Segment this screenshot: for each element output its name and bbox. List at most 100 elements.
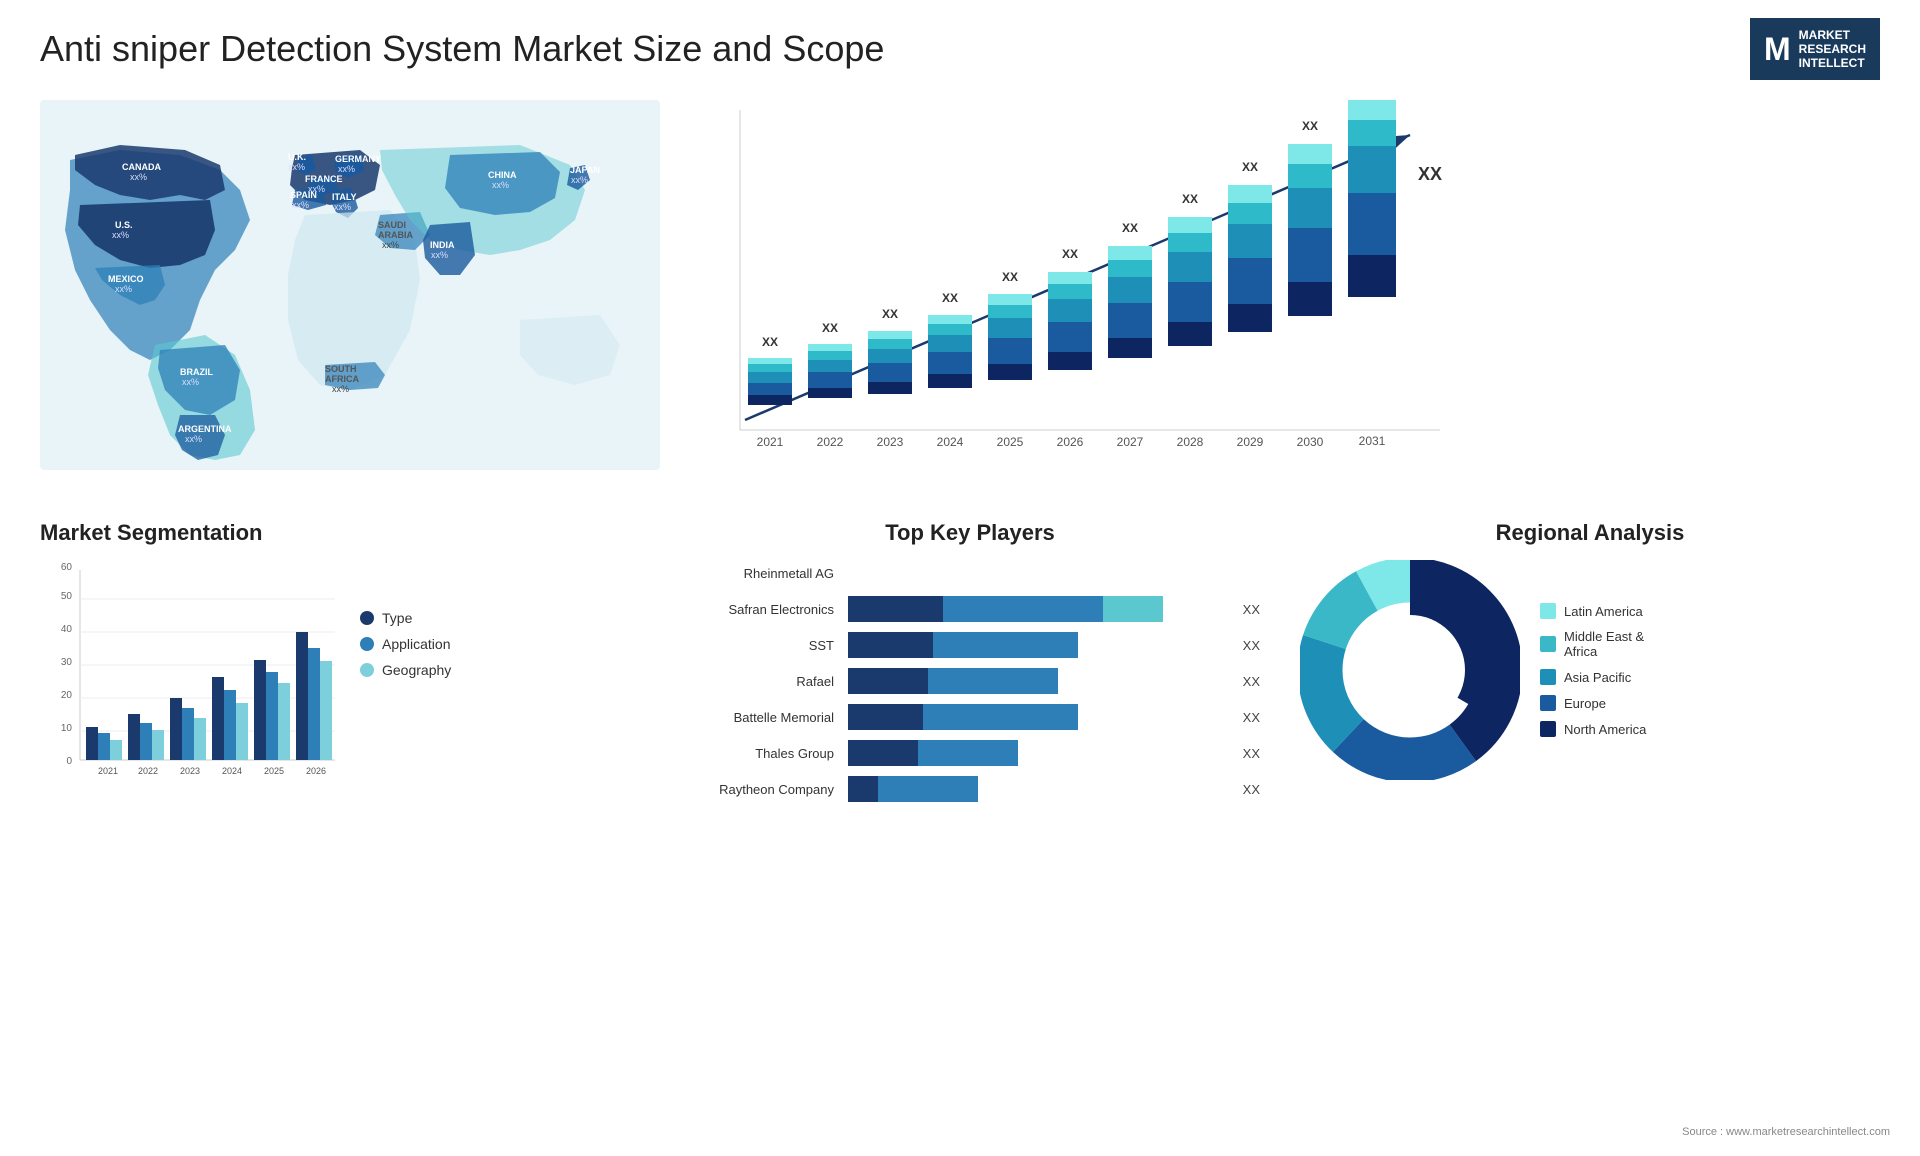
svg-text:2026: 2026 [1057,435,1084,449]
geography-label: Geography [382,662,451,678]
segmentation-legend: Type Application Geography [360,610,451,688]
svg-text:2023: 2023 [877,435,904,449]
svg-text:XX: XX [1242,160,1258,174]
svg-text:2031: 2031 [1359,434,1386,448]
svg-text:XX: XX [1302,119,1318,133]
europe-color [1540,695,1556,711]
svg-text:2028: 2028 [1177,435,1204,449]
svg-text:xx%: xx% [292,200,309,210]
svg-text:30: 30 [61,657,73,668]
svg-text:xx%: xx% [115,284,132,294]
logo-box: M MARKET RESEARCH INTELLECT [1750,18,1880,80]
player-battelle: Battelle Memorial XX [680,704,1260,730]
player-name-safran: Safran Electronics [680,602,840,617]
svg-text:XX: XX [882,307,898,321]
player-sst: SST XX [680,632,1260,658]
latin-label: Latin America [1564,604,1643,619]
svg-text:2022: 2022 [817,435,844,449]
page-title: Anti sniper Detection System Market Size… [40,28,884,70]
player-bar-battelle [848,704,1229,730]
svg-text:xx%: xx% [288,162,305,172]
player-bar-safran [848,596,1229,622]
saudi-label: SAUDI [378,220,406,230]
player-name-raytheon: Raytheon Company [680,782,840,797]
svg-text:2026: 2026 [306,766,326,776]
spain-label: SPAIN [290,190,317,200]
us-value: xx% [112,230,129,240]
svg-text:xx%: xx% [334,202,351,212]
mideast-label: Middle East &Africa [1564,629,1644,659]
china-label: CHINA [488,170,517,180]
northam-label: North America [1564,722,1646,737]
logo-letter: M [1764,31,1791,68]
player-raytheon: Raytheon Company XX [680,776,1260,802]
bar-seg3 [1103,596,1163,622]
svg-text:AFRICA: AFRICA [325,374,359,384]
player-xx-rafael: XX [1243,674,1260,689]
uk-label: U.K. [288,152,306,162]
us-label: U.S. [115,220,133,230]
header: Anti sniper Detection System Market Size… [0,0,1920,90]
player-bar-rheinmetall [848,560,1260,586]
application-label: Application [382,636,451,652]
player-rafael: Rafael XX [680,668,1260,694]
bar-seg1 [848,776,878,802]
map-section: CANADA xx% U.S. xx% MEXICO xx% BRAZIL xx… [20,90,660,510]
svg-text:xx%: xx% [492,180,509,190]
bar-2023: XX 2023 [868,307,912,449]
svg-text:XX: XX [822,321,838,335]
svg-text:2025: 2025 [264,766,284,776]
svg-text:xx%: xx% [185,434,202,444]
india-label: INDIA [430,240,455,250]
legend-north-america: North America [1540,721,1646,737]
bar-seg2 [918,740,1018,766]
player-bar-rafael [848,668,1229,694]
bar-chart-section: XX 2021 XX 2022 [660,90,1900,510]
bar-2031: 2031 XX [1348,100,1442,448]
legend-type: Type [360,610,451,626]
bottom-right: Top Key Players Rheinmetall AG Safran El… [660,510,1900,1156]
legend-latin-america: Latin America [1540,603,1646,619]
southafrica-label: SOUTH [325,364,357,374]
player-xx-sst: XX [1243,638,1260,653]
bar-2026: XX 2026 [1048,247,1092,449]
bar-seg1 [848,596,943,622]
germany-label: GERMANY [335,154,381,164]
canada-label: CANADA [122,162,161,172]
logo-area: M MARKET RESEARCH INTELLECT [1750,18,1880,80]
svg-text:2021: 2021 [757,435,784,449]
svg-text:2024: 2024 [937,435,964,449]
player-xx-thales: XX [1243,746,1260,761]
svg-text:XX: XX [942,291,958,305]
market-segmentation-section: Market Segmentation 0 10 20 30 40 50 60 [20,510,660,1156]
regional-layout: Latin America Middle East &Africa Asia P… [1300,560,1880,780]
brazil-label: BRAZIL [180,367,213,377]
asia-label: Asia Pacific [1564,670,1631,685]
bar-2030: XX 2030 [1288,119,1332,449]
bar-seg1 [848,632,933,658]
france-label: FRANCE [305,174,343,184]
regional-section: Regional Analysis [1280,510,1900,1156]
europe-label: Europe [1564,696,1606,711]
player-xx-raytheon: XX [1243,782,1260,797]
svg-text:xx%: xx% [332,384,349,394]
argentina-label: ARGENTINA [178,424,232,434]
svg-text:2029: 2029 [1237,435,1264,449]
italy-label: ITALY [332,192,357,202]
svg-text:XX: XX [1062,247,1078,261]
svg-text:2023: 2023 [180,766,200,776]
bar-seg1 [848,704,923,730]
player-thales: Thales Group XX [680,740,1260,766]
mideast-color [1540,636,1556,652]
bar-2024: XX 2024 [928,291,972,449]
legend-asia-pacific: Asia Pacific [1540,669,1646,685]
canada-value: xx% [130,172,147,182]
player-name-sst: SST [680,638,840,653]
player-name-rafael: Rafael [680,674,840,689]
geography-color [360,663,374,677]
type-label: Type [382,610,412,626]
player-name-thales: Thales Group [680,746,840,761]
player-safran: Safran Electronics XX [680,596,1260,622]
players-title: Top Key Players [680,520,1260,546]
svg-text:XX: XX [1182,192,1198,206]
